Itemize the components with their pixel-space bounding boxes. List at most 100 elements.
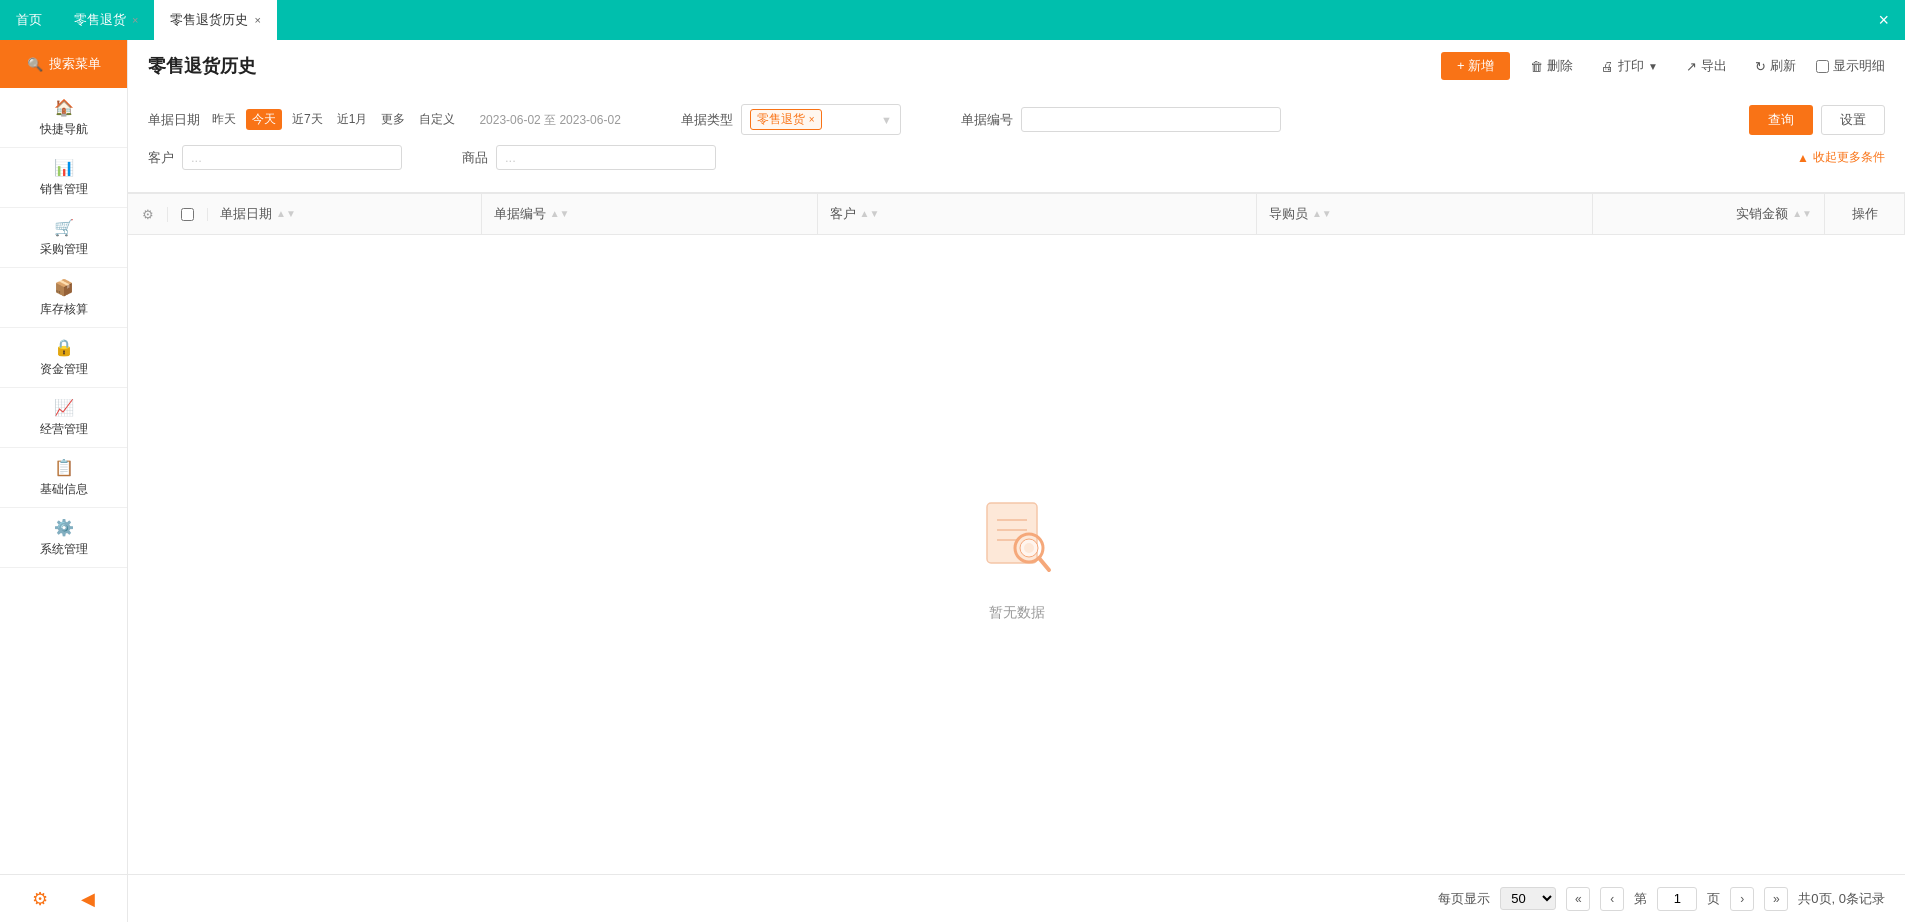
print-dropdown-icon: ▼: [1648, 61, 1658, 72]
settings-button[interactable]: 设置: [1821, 105, 1885, 135]
collapse-bar[interactable]: ▲ 收起更多条件: [1797, 145, 1885, 170]
export-icon: ↗: [1686, 59, 1697, 74]
date-filter: 单据日期 昨天 今天 近7天 近1月 更多 自定义: [148, 109, 459, 130]
query-settings-buttons: 查询 设置: [1749, 105, 1885, 135]
main-layout: 🔍 搜索菜单 🏠 快捷导航 📊 销售管理 🛒 采购管理 📦 库存核算 🔒: [0, 40, 1905, 922]
svg-point-7: [1024, 543, 1034, 553]
finance-icon: 🔒: [54, 337, 74, 357]
date-sort-icon[interactable]: ▲▼: [276, 209, 296, 219]
page-size-label: 每页显示: [1438, 890, 1490, 908]
display-mingxi-checkbox[interactable]: [1816, 60, 1829, 73]
th-checkbox[interactable]: [168, 208, 208, 221]
amount-sort-icon[interactable]: ▲▼: [1792, 209, 1812, 219]
new-button[interactable]: + 新增: [1441, 52, 1510, 80]
sidebar-item-quicknav[interactable]: 🏠 快捷导航: [0, 88, 127, 148]
empty-text: 暂无数据: [989, 604, 1045, 622]
sidebar-item-finance[interactable]: 🔒 资金管理: [0, 328, 127, 388]
total-label: 共0页, 0条记录: [1798, 890, 1885, 908]
page-first-button[interactable]: «: [1566, 887, 1590, 911]
operations-icon: 📈: [54, 397, 74, 417]
guide-sort-icon[interactable]: ▲▼: [1312, 209, 1332, 219]
settings-bottom-icon[interactable]: ⚙: [32, 888, 48, 910]
doc-no-input[interactable]: [1021, 107, 1281, 132]
th-customer: 客户 ▲▼: [818, 194, 1257, 234]
date-btn-7days[interactable]: 近7天: [288, 109, 327, 130]
tab-close-retail-return[interactable]: ×: [132, 14, 138, 26]
sidebar-menu: 🏠 快捷导航 📊 销售管理 🛒 采购管理 📦 库存核算 🔒 资金管理 📈: [0, 88, 127, 874]
sidebar: 🔍 搜索菜单 🏠 快捷导航 📊 销售管理 🛒 采购管理 📦 库存核算 🔒: [0, 40, 128, 922]
delete-button[interactable]: 🗑 删除: [1522, 53, 1581, 79]
customer-sort-icon[interactable]: ▲▼: [860, 209, 880, 219]
date-btn-custom[interactable]: 自定义: [415, 109, 459, 130]
sidebar-item-sales[interactable]: 📊 销售管理: [0, 148, 127, 208]
th-settings[interactable]: ⚙: [128, 207, 168, 222]
print-button[interactable]: 🖨 打印 ▼: [1593, 53, 1666, 79]
doc-type-filter: 单据类型 零售退货 × ▼: [681, 104, 901, 135]
home-icon: 🏠: [54, 97, 74, 117]
sidebar-item-inventory[interactable]: 📦 库存核算: [0, 268, 127, 328]
goods-select[interactable]: ...: [496, 145, 716, 170]
collapse-sidebar-icon[interactable]: ◀: [81, 888, 95, 910]
th-date: 单据日期 ▲▼: [208, 194, 482, 234]
toolbar: + 新增 🗑 删除 🖨 打印 ▼ ↗ 导出 ↻: [1441, 52, 1885, 80]
top-tab-bar: 首页 零售退货 × 零售退货历史 × ×: [0, 0, 1905, 40]
page-prev-button[interactable]: ‹: [1600, 887, 1624, 911]
sidebar-item-system[interactable]: ⚙️ 系统管理: [0, 508, 127, 568]
delete-icon: 🗑: [1530, 59, 1543, 74]
date-range-display: 2023-06-02 至 2023-06-02: [479, 110, 620, 129]
display-mingxi-toggle[interactable]: 显示明细: [1816, 57, 1885, 75]
window-close-button[interactable]: ×: [1862, 0, 1905, 40]
table-header: ⚙ 单据日期 ▲▼ 单据编号 ▲▼ 客户 ▲▼ 导购员: [128, 193, 1905, 235]
page-unit: 页: [1707, 890, 1720, 908]
basics-icon: 📋: [54, 457, 74, 477]
purchase-icon: 🛒: [54, 217, 74, 237]
customer-filter: 客户 ...: [148, 145, 402, 170]
doc-no-label: 单据编号: [961, 111, 1013, 129]
date-filter-buttons: 昨天 今天 近7天 近1月 更多 自定义: [208, 109, 459, 130]
tab-home[interactable]: 首页: [0, 0, 58, 40]
customer-label: 客户: [148, 149, 174, 167]
tab-retail-return[interactable]: 零售退货 ×: [58, 0, 154, 40]
collapse-icon: ▲: [1797, 151, 1809, 165]
sales-icon: 📊: [54, 157, 74, 177]
export-button[interactable]: ↗ 导出: [1678, 53, 1735, 79]
page-size-select[interactable]: 50 10 20 100: [1500, 887, 1556, 910]
th-docno: 单据编号 ▲▼: [482, 194, 818, 234]
print-icon: 🖨: [1601, 59, 1614, 74]
filter-row-2: 客户 ... 商品 ...: [148, 145, 1885, 170]
date-filter-label: 单据日期: [148, 111, 200, 129]
collapse-bar-container: ▲ 收起更多条件: [1797, 145, 1885, 170]
goods-placeholder: ...: [505, 150, 516, 165]
select-all-checkbox[interactable]: [181, 208, 194, 221]
doc-type-dropdown-icon: ▼: [881, 114, 892, 126]
date-range-text: 2023-06-02 至 2023-06-02: [479, 112, 620, 129]
empty-state: 暂无数据: [128, 235, 1905, 874]
page-header: 零售退货历史 + 新增 🗑 删除 🖨 打印 ▼ ↗ 导出: [128, 40, 1905, 193]
date-btn-yesterday[interactable]: 昨天: [208, 109, 240, 130]
sidebar-bottom: ⚙ ◀: [0, 874, 127, 922]
tab-close-retail-return-history[interactable]: ×: [254, 14, 260, 26]
refresh-button[interactable]: ↻ 刷新: [1747, 53, 1804, 79]
date-btn-1month[interactable]: 近1月: [333, 109, 372, 130]
th-actions: 操作: [1825, 194, 1905, 234]
sidebar-item-operations[interactable]: 📈 经营管理: [0, 388, 127, 448]
sidebar-item-purchase[interactable]: 🛒 采购管理: [0, 208, 127, 268]
customer-select[interactable]: ...: [182, 145, 402, 170]
date-btn-more[interactable]: 更多: [377, 109, 409, 130]
th-amount: 实销金额 ▲▼: [1593, 194, 1825, 234]
page-input[interactable]: [1657, 887, 1697, 911]
doc-type-select[interactable]: 零售退货 × ▼: [741, 104, 901, 135]
query-button[interactable]: 查询: [1749, 105, 1813, 135]
sidebar-search[interactable]: 🔍 搜索菜单: [0, 40, 127, 88]
page-last-button[interactable]: »: [1764, 887, 1788, 911]
tab-retail-return-history[interactable]: 零售退货历史 ×: [154, 0, 276, 40]
refresh-icon: ↻: [1755, 59, 1766, 74]
date-btn-today[interactable]: 今天: [246, 109, 282, 130]
doc-type-tag-close[interactable]: ×: [809, 114, 815, 125]
page-next-button[interactable]: ›: [1730, 887, 1754, 911]
docno-sort-icon[interactable]: ▲▼: [550, 209, 570, 219]
svg-line-6: [1039, 558, 1049, 570]
sidebar-item-basics[interactable]: 📋 基础信息: [0, 448, 127, 508]
table-wrapper: ⚙ 单据日期 ▲▼ 单据编号 ▲▼ 客户 ▲▼ 导购员: [128, 193, 1905, 922]
inventory-icon: 📦: [54, 277, 74, 297]
